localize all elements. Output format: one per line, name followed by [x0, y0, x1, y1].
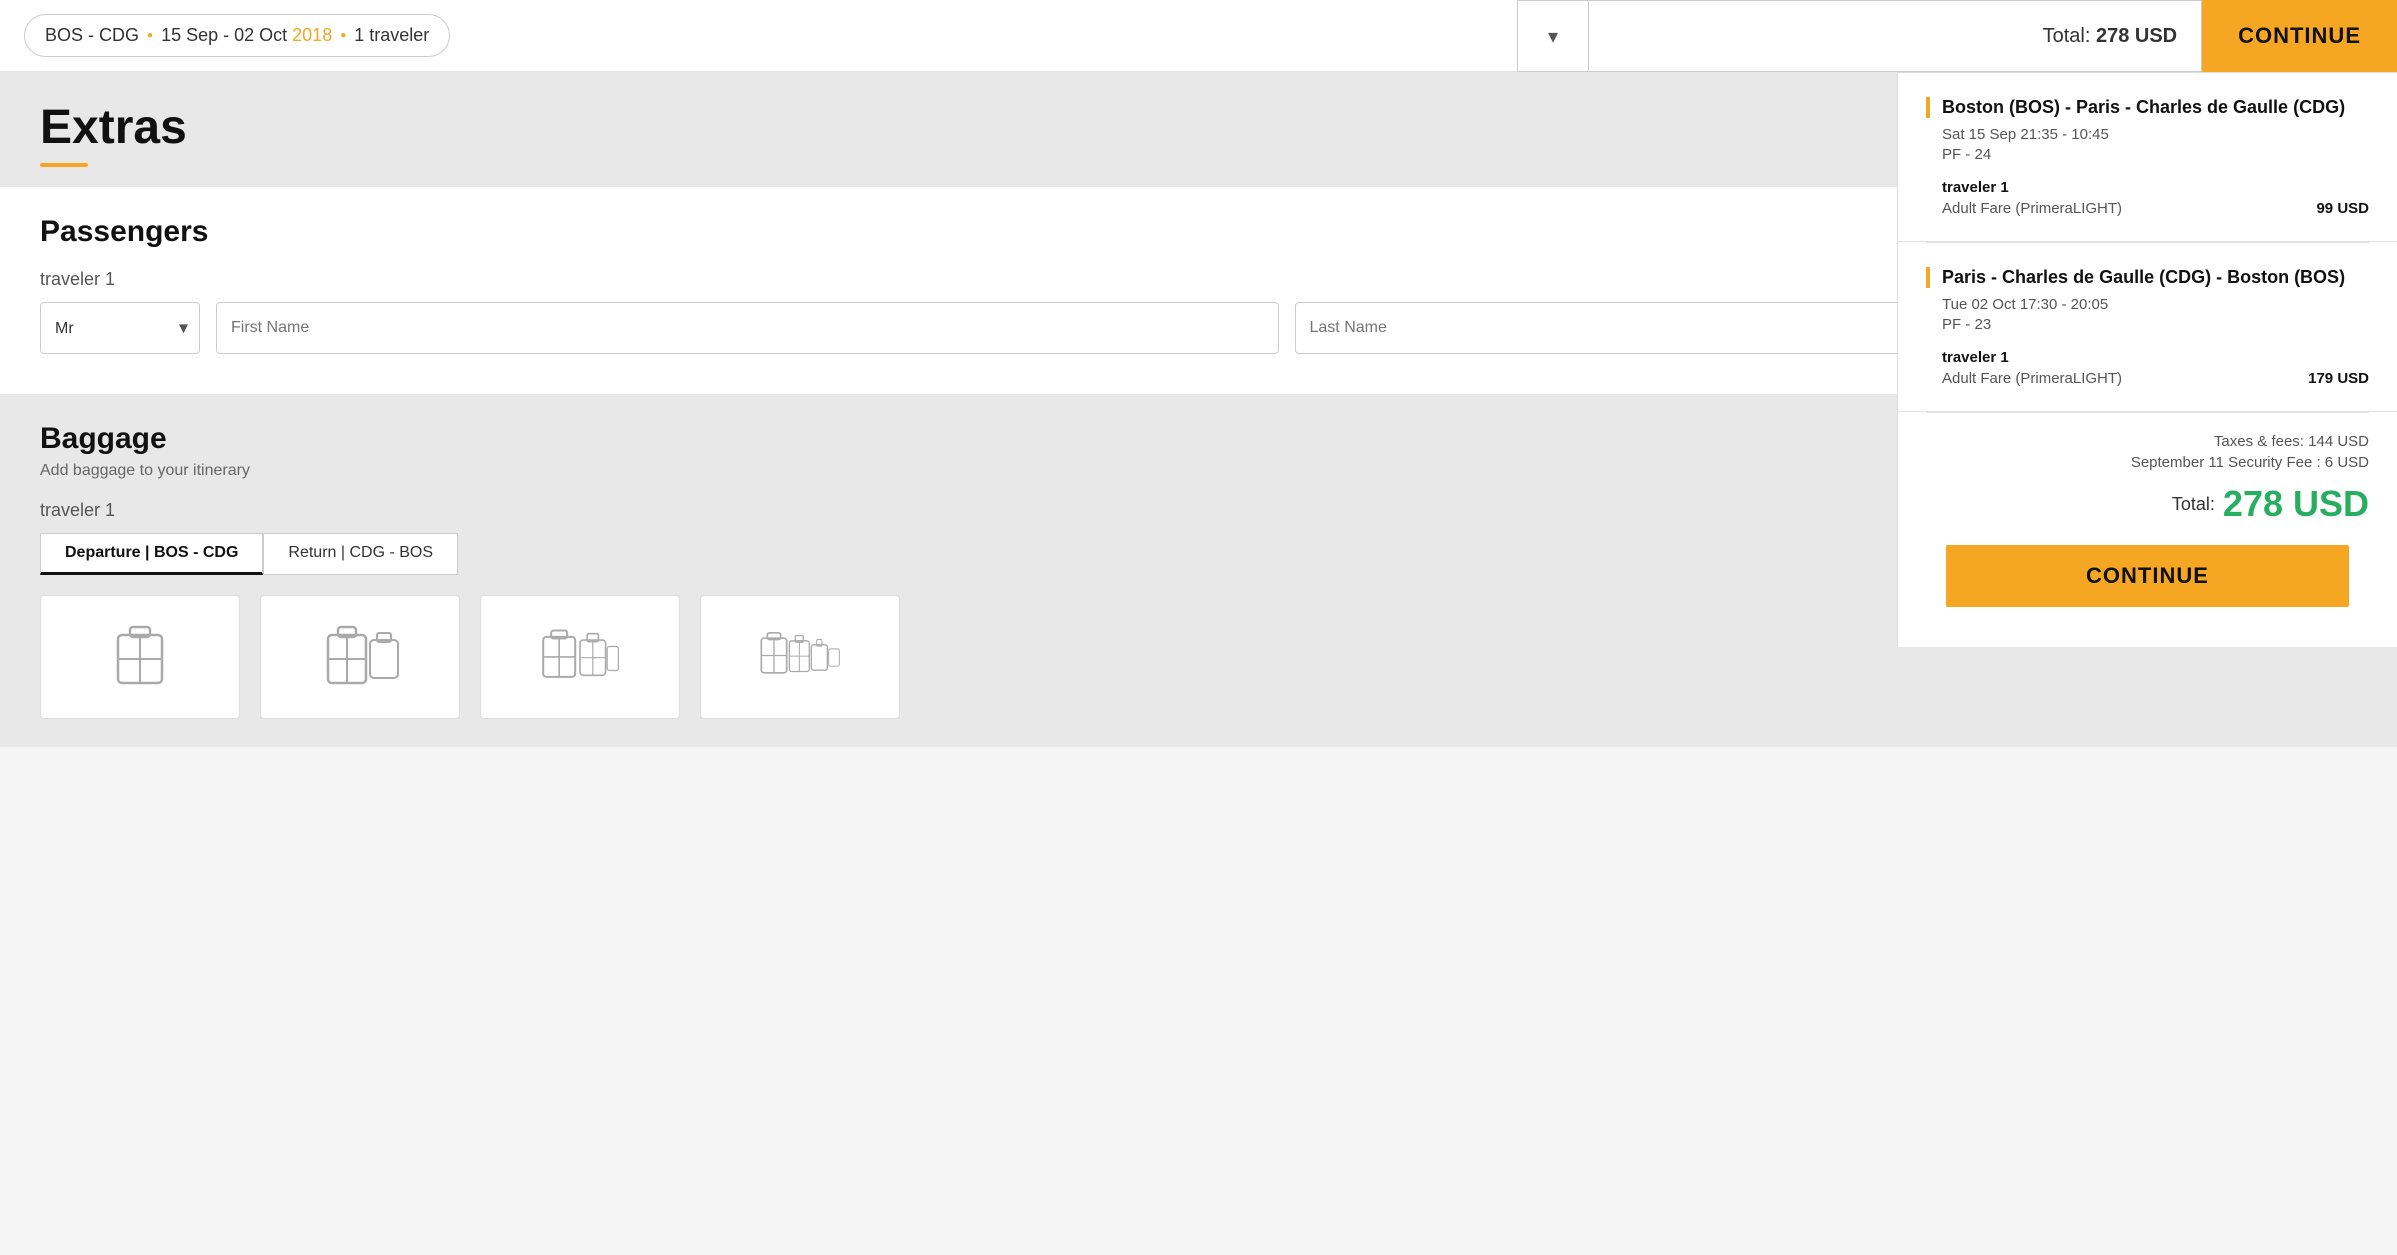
flight1-traveler-label: traveler 1 — [1942, 179, 2369, 196]
first-name-input[interactable] — [216, 302, 1279, 354]
flight1-fare: traveler 1 Adult Fare (PrimeraLIGHT) 99 … — [1942, 179, 2369, 217]
flight1-datetime: Sat 15 Sep 21:35 - 10:45 — [1942, 126, 2369, 143]
header-bar: BOS - CDG ● 15 Sep - 02 Oct 2018 ● 1 tra… — [0, 0, 2397, 72]
extras-title-underline — [40, 163, 88, 167]
flight2-fare: traveler 1 Adult Fare (PrimeraLIGHT) 179… — [1942, 349, 2369, 387]
salutation-select[interactable]: Mr Mrs Ms Dr — [40, 302, 200, 354]
baggage-option-1[interactable] — [260, 595, 460, 719]
flight1-title: Boston (BOS) - Paris - Charles de Gaulle… — [1926, 97, 2369, 118]
security-fee-label: September 11 Security Fee : 6 USD — [2131, 454, 2369, 471]
taxes-fees-row: Taxes & fees: 144 USD — [1926, 433, 2369, 450]
flight2-fare-price: 179 USD — [2308, 370, 2369, 387]
continue-button-bottom[interactable]: CONTINUE — [1946, 545, 2349, 607]
grand-total-row: Total: 278 USD — [1926, 483, 2369, 525]
totals-section: Taxes & fees: 144 USD September 11 Secur… — [1898, 413, 2397, 627]
summary-toggle-button[interactable]: ▾ — [1517, 0, 1589, 72]
salutation-select-wrapper: Mr Mrs Ms Dr ▾ — [40, 302, 200, 354]
flight-segment-2: Paris - Charles de Gaulle (CDG) - Boston… — [1898, 243, 2397, 412]
grand-total-amount: 278 USD — [2223, 483, 2369, 525]
bag-icon-2 — [540, 612, 620, 692]
continue-button-top[interactable]: CONTINUE — [2202, 0, 2397, 72]
baggage-option-2[interactable] — [480, 595, 680, 719]
flight-segment-1: Boston (BOS) - Paris - Charles de Gaulle… — [1898, 73, 2397, 242]
taxes-fees-label: Taxes & fees: 144 USD — [2214, 433, 2369, 450]
price-summary-panel: Boston (BOS) - Paris - Charles de Gaulle… — [1897, 72, 2397, 647]
baggage-option-3[interactable] — [700, 595, 900, 719]
flight2-traveler-label: traveler 1 — [1942, 349, 2369, 366]
flight1-number: PF - 24 — [1942, 146, 2369, 163]
flight2-datetime: Tue 02 Oct 17:30 - 20:05 — [1942, 296, 2369, 313]
flight1-fare-price: 99 USD — [2316, 200, 2369, 217]
bag-icon-3 — [760, 612, 840, 692]
flight2-fare-desc: Adult Fare (PrimeraLIGHT) — [1942, 370, 2122, 387]
dot2: ● — [340, 30, 346, 41]
dot1: ● — [147, 30, 153, 41]
flight2-number: PF - 23 — [1942, 316, 2369, 333]
baggage-tab-departure[interactable]: Departure | BOS - CDG — [40, 533, 263, 575]
top-summary-bar: ▾ Total: 278 USD CONTINUE — [1517, 0, 2397, 72]
baggage-option-0[interactable] — [40, 595, 240, 719]
total-prefix-label: Total: — [2172, 494, 2215, 515]
bag-icon-0 — [100, 612, 180, 692]
chevron-down-icon: ▾ — [1548, 24, 1558, 49]
summary-total-display: Total: 278 USD — [1589, 0, 2202, 72]
flight2-title: Paris - Charles de Gaulle (CDG) - Boston… — [1926, 267, 2369, 288]
trip-route: BOS - CDG — [45, 25, 139, 46]
trip-travelers: 1 traveler — [354, 25, 429, 46]
bag-icon-1 — [320, 612, 400, 692]
trip-dates: 15 Sep - 02 Oct 2018 — [161, 25, 332, 46]
flight1-fare-desc: Adult Fare (PrimeraLIGHT) — [1942, 200, 2122, 217]
flight1-fare-row: Adult Fare (PrimeraLIGHT) 99 USD — [1942, 200, 2369, 217]
security-fee-row: September 11 Security Fee : 6 USD — [1926, 454, 2369, 471]
flight2-fare-row: Adult Fare (PrimeraLIGHT) 179 USD — [1942, 370, 2369, 387]
trip-info-pill: BOS - CDG ● 15 Sep - 02 Oct 2018 ● 1 tra… — [24, 14, 450, 57]
baggage-tab-return[interactable]: Return | CDG - BOS — [263, 533, 458, 575]
baggage-title: Baggage — [40, 422, 167, 456]
